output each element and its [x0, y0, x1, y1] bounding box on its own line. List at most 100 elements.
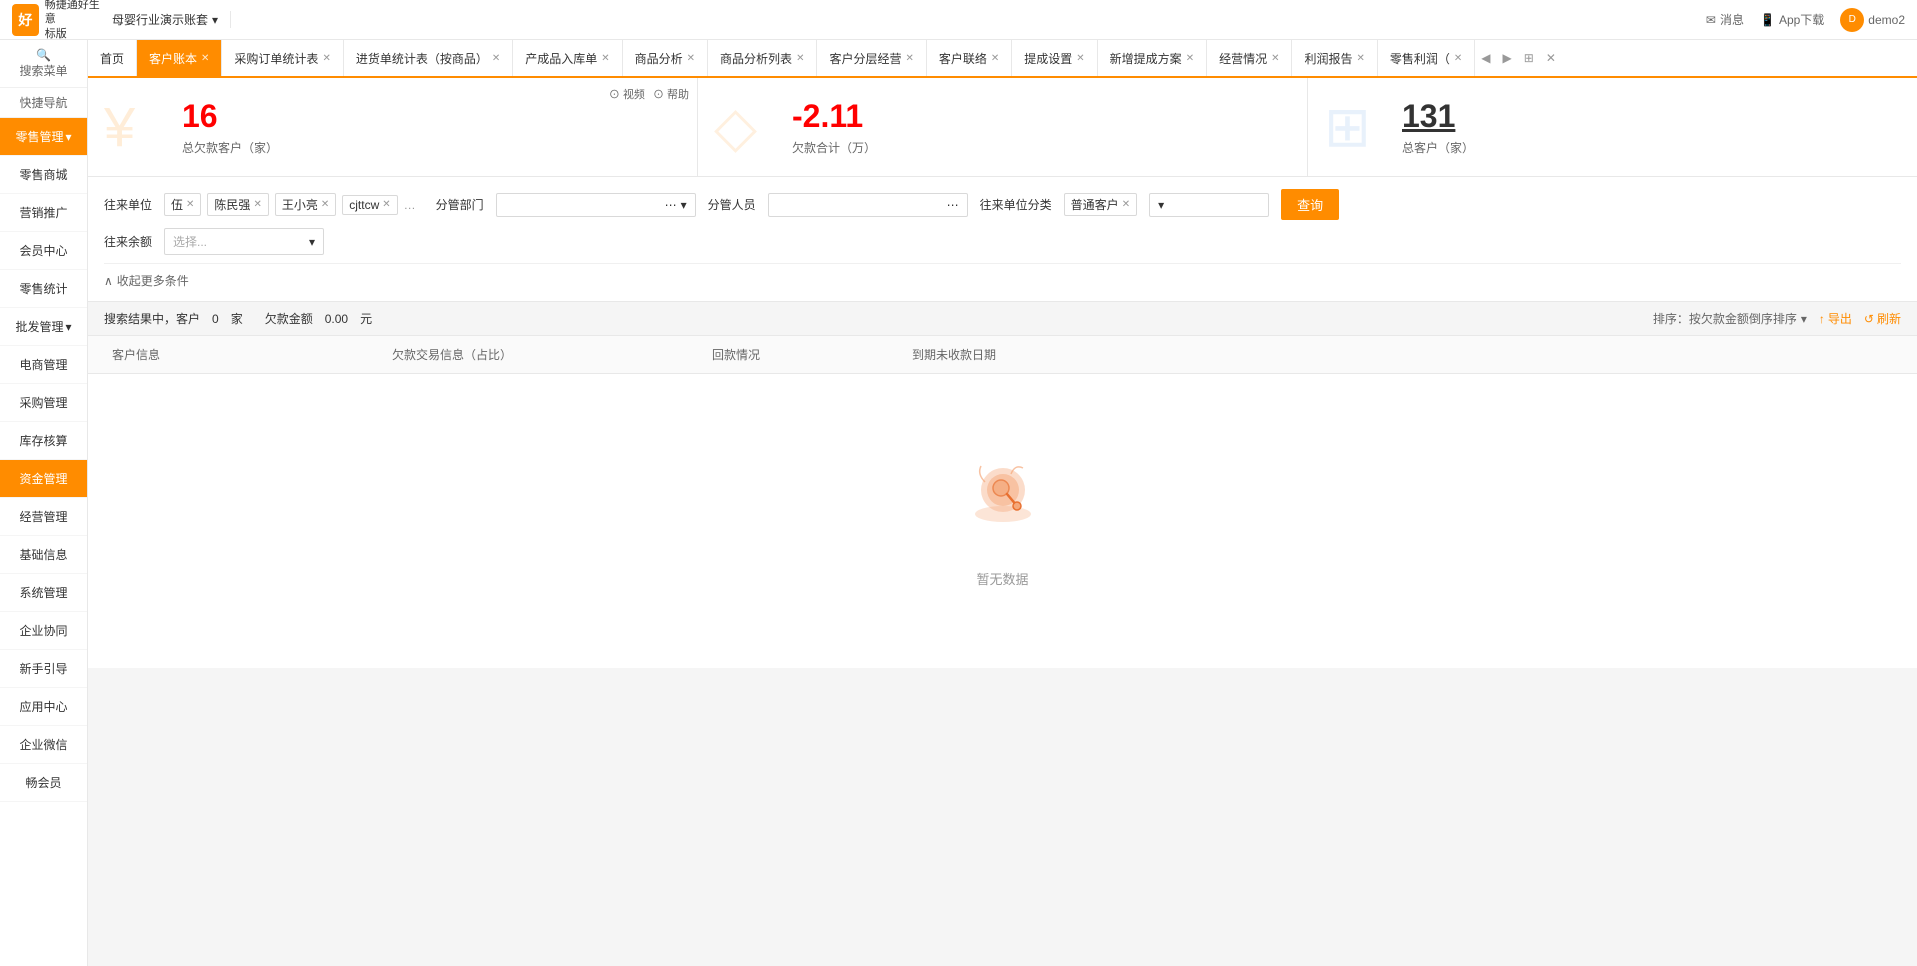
filter-remainder-select[interactable]: 选择... ▾: [164, 228, 324, 255]
tab-close-product-analysis[interactable]: ✕: [687, 53, 695, 64]
tab-close-customer-connect[interactable]: ✕: [991, 53, 999, 64]
sort-select[interactable]: 排序：按欠款金额倒序排序 ▾: [1653, 310, 1807, 327]
export-button[interactable]: ↑ 导出: [1819, 310, 1852, 327]
sidebar-item-retail-mall[interactable]: 零售商城: [0, 156, 87, 194]
sidebar-item-system[interactable]: 系统管理: [0, 574, 87, 612]
tab-retail-profit[interactable]: 零售利润（ ✕: [1378, 40, 1475, 76]
more-tags-btn[interactable]: …: [404, 198, 416, 212]
sidebar-item-wholesale[interactable]: 批发管理 ▾: [0, 308, 87, 346]
tab-close-raise-settings[interactable]: ✕: [1076, 53, 1084, 64]
sidebar-item-label-wholesale: 批发管理: [15, 318, 63, 335]
tab-raise-settings[interactable]: 提成设置 ✕: [1012, 40, 1097, 76]
stat-bg-icon-3: ⊞: [1324, 94, 1371, 160]
tab-profit-report-label: 利润报告: [1304, 50, 1352, 67]
sidebar-quick-nav[interactable]: 快捷导航: [0, 88, 87, 118]
collapse-arrow-icon: ∧: [104, 274, 113, 288]
sort-arrow-icon: ▾: [1801, 312, 1807, 326]
sidebar-item-label-member: 会员中心: [19, 244, 67, 258]
tab-close-product-analysis-list[interactable]: ✕: [796, 53, 804, 64]
tab-close-retail-profit[interactable]: ✕: [1454, 53, 1462, 64]
sidebar-item-enterprise-wechat[interactable]: 企业微信: [0, 726, 87, 764]
filter-row-1: 往来单位 伍 ✕ 陈民强 ✕ 王小亮 ✕: [104, 189, 1901, 220]
user-profile[interactable]: D demo2: [1840, 8, 1905, 32]
refresh-button[interactable]: ↺ 刷新: [1864, 310, 1901, 327]
sidebar-item-purchase[interactable]: 采购管理: [0, 384, 87, 422]
doc-help-btn[interactable]: ⊙ 帮助: [653, 86, 689, 102]
filter-unit-category-select[interactable]: ▾: [1149, 193, 1269, 217]
sidebar-item-label-enterprise-wechat: 企业微信: [19, 738, 67, 752]
filter-person-label: 分管人员: [708, 196, 756, 213]
tab-bar: 首页 客户账本 ✕ 采购订单统计表 ✕ 进货单统计表（按商品） ✕ 产成品入库单…: [88, 40, 1917, 78]
tab-home[interactable]: 首页: [88, 40, 137, 76]
tab-customer-book[interactable]: 客户账本 ✕: [137, 40, 222, 76]
tab-close-all[interactable]: ✕: [1540, 40, 1562, 76]
tab-purchase-order-label: 采购订单统计表: [234, 50, 318, 67]
tab-home-label: 首页: [100, 50, 124, 67]
tab-purchase-order[interactable]: 采购订单统计表 ✕: [222, 40, 343, 76]
sidebar-item-label-purchase: 采购管理: [19, 396, 67, 410]
tab-nav-prev[interactable]: ◀: [1475, 40, 1496, 76]
sidebar-item-member-vip[interactable]: 畅会员: [0, 764, 87, 802]
sidebar-item-finance[interactable]: 资金管理: [0, 460, 87, 498]
tab-close-product-instock[interactable]: ✕: [601, 53, 609, 64]
filter-unit-category-close[interactable]: ✕: [1122, 199, 1130, 210]
user-name-label: demo2: [1868, 13, 1905, 27]
filter-tag-4-close[interactable]: ✕: [382, 199, 390, 210]
store-selector[interactable]: 母婴行业演示账套 ▾: [100, 11, 231, 28]
filter-unit-category-tags: 普通客户 ✕: [1064, 193, 1137, 216]
sidebar-item-marketing[interactable]: 营销推广: [0, 194, 87, 232]
tab-product-instock[interactable]: 产成品入库单 ✕: [513, 40, 622, 76]
filter-person-select[interactable]: ⋯: [768, 193, 968, 217]
sidebar-item-operations[interactable]: 经营管理: [0, 498, 87, 536]
sidebar-item-retail-stats[interactable]: 零售统计: [0, 270, 87, 308]
logo-text: 畅捷通好生意 标版: [45, 0, 100, 41]
chevron-down-category: ▾: [1158, 198, 1164, 212]
sidebar-item-retail[interactable]: 零售管理 ▾: [0, 118, 87, 156]
filter-tag-1-close[interactable]: ✕: [186, 199, 194, 210]
refresh-label: 刷新: [1877, 310, 1901, 327]
query-button[interactable]: 查询: [1281, 189, 1339, 220]
sidebar-item-enterprise-coop[interactable]: 企业协同: [0, 612, 87, 650]
collapse-button[interactable]: ∧ 收起更多条件: [104, 272, 1901, 289]
sidebar-item-label-retail: 零售管理: [15, 128, 63, 145]
sidebar-item-ecommerce[interactable]: 电商管理: [0, 346, 87, 384]
tab-close-business-situation[interactable]: ✕: [1271, 53, 1279, 64]
tab-close-customer-tier[interactable]: ✕: [905, 53, 913, 64]
tab-product-analysis[interactable]: 商品分析 ✕: [623, 40, 708, 76]
sidebar-item-basic-info[interactable]: 基础信息: [0, 536, 87, 574]
filter-tag-3-close[interactable]: ✕: [321, 199, 329, 210]
tab-close-profit-report[interactable]: ✕: [1357, 53, 1365, 64]
filter-tag-2-close[interactable]: ✕: [253, 199, 261, 210]
tab-profit-report[interactable]: 利润报告 ✕: [1292, 40, 1377, 76]
tab-nav-next[interactable]: ▶: [1497, 40, 1518, 76]
sidebar-item-member[interactable]: 会员中心: [0, 232, 87, 270]
tab-close-incoming-stats[interactable]: ✕: [492, 53, 500, 64]
tab-customer-connect[interactable]: 客户联络 ✕: [927, 40, 1012, 76]
tab-customer-tier[interactable]: 客户分层经营 ✕: [817, 40, 926, 76]
stat-help-area: ⊙ 视频 ⊙ 帮助: [609, 86, 689, 102]
sidebar-item-app-center[interactable]: 应用中心: [0, 688, 87, 726]
app-download-button[interactable]: 📱 App下载: [1760, 11, 1824, 28]
tab-new-raise-plan[interactable]: 新增提成方案 ✕: [1098, 40, 1207, 76]
sidebar-item-inventory[interactable]: 库存核算: [0, 422, 87, 460]
tab-nav-menu[interactable]: ⊞: [1518, 40, 1540, 76]
tab-incoming-stats[interactable]: 进货单统计表（按商品） ✕: [344, 40, 513, 76]
tab-close-customer-book[interactable]: ✕: [201, 53, 209, 64]
filter-dept-select[interactable]: ⋯ ▾: [496, 193, 696, 217]
filter-tag-1: 伍 ✕: [164, 193, 201, 216]
tab-product-analysis-list[interactable]: 商品分析列表 ✕: [708, 40, 817, 76]
tab-close-purchase-order[interactable]: ✕: [322, 53, 330, 64]
tab-close-new-raise-plan[interactable]: ✕: [1186, 53, 1194, 64]
main-layout: 🔍 搜索菜单 快捷导航 零售管理 ▾ 零售商城 营销推广 会员中心 零售统计 批…: [0, 40, 1917, 966]
sidebar-item-new-guide[interactable]: 新手引导: [0, 650, 87, 688]
video-help-btn[interactable]: ⊙ 视频: [609, 86, 645, 102]
tab-business-situation[interactable]: 经营情况 ✕: [1207, 40, 1292, 76]
sidebar-search[interactable]: 🔍 搜索菜单: [0, 40, 87, 88]
video-help-label: 视频: [623, 89, 645, 101]
tab-customer-book-label: 客户账本: [149, 50, 197, 67]
table-col-1: 欠款交易信息（占比）: [384, 346, 704, 363]
filter-unit-category-label: 往来单位分类: [980, 196, 1052, 213]
message-button[interactable]: ✉ 消息: [1706, 11, 1744, 28]
sidebar-item-label-enterprise-coop: 企业协同: [19, 624, 67, 638]
message-icon: ✉: [1706, 13, 1716, 27]
